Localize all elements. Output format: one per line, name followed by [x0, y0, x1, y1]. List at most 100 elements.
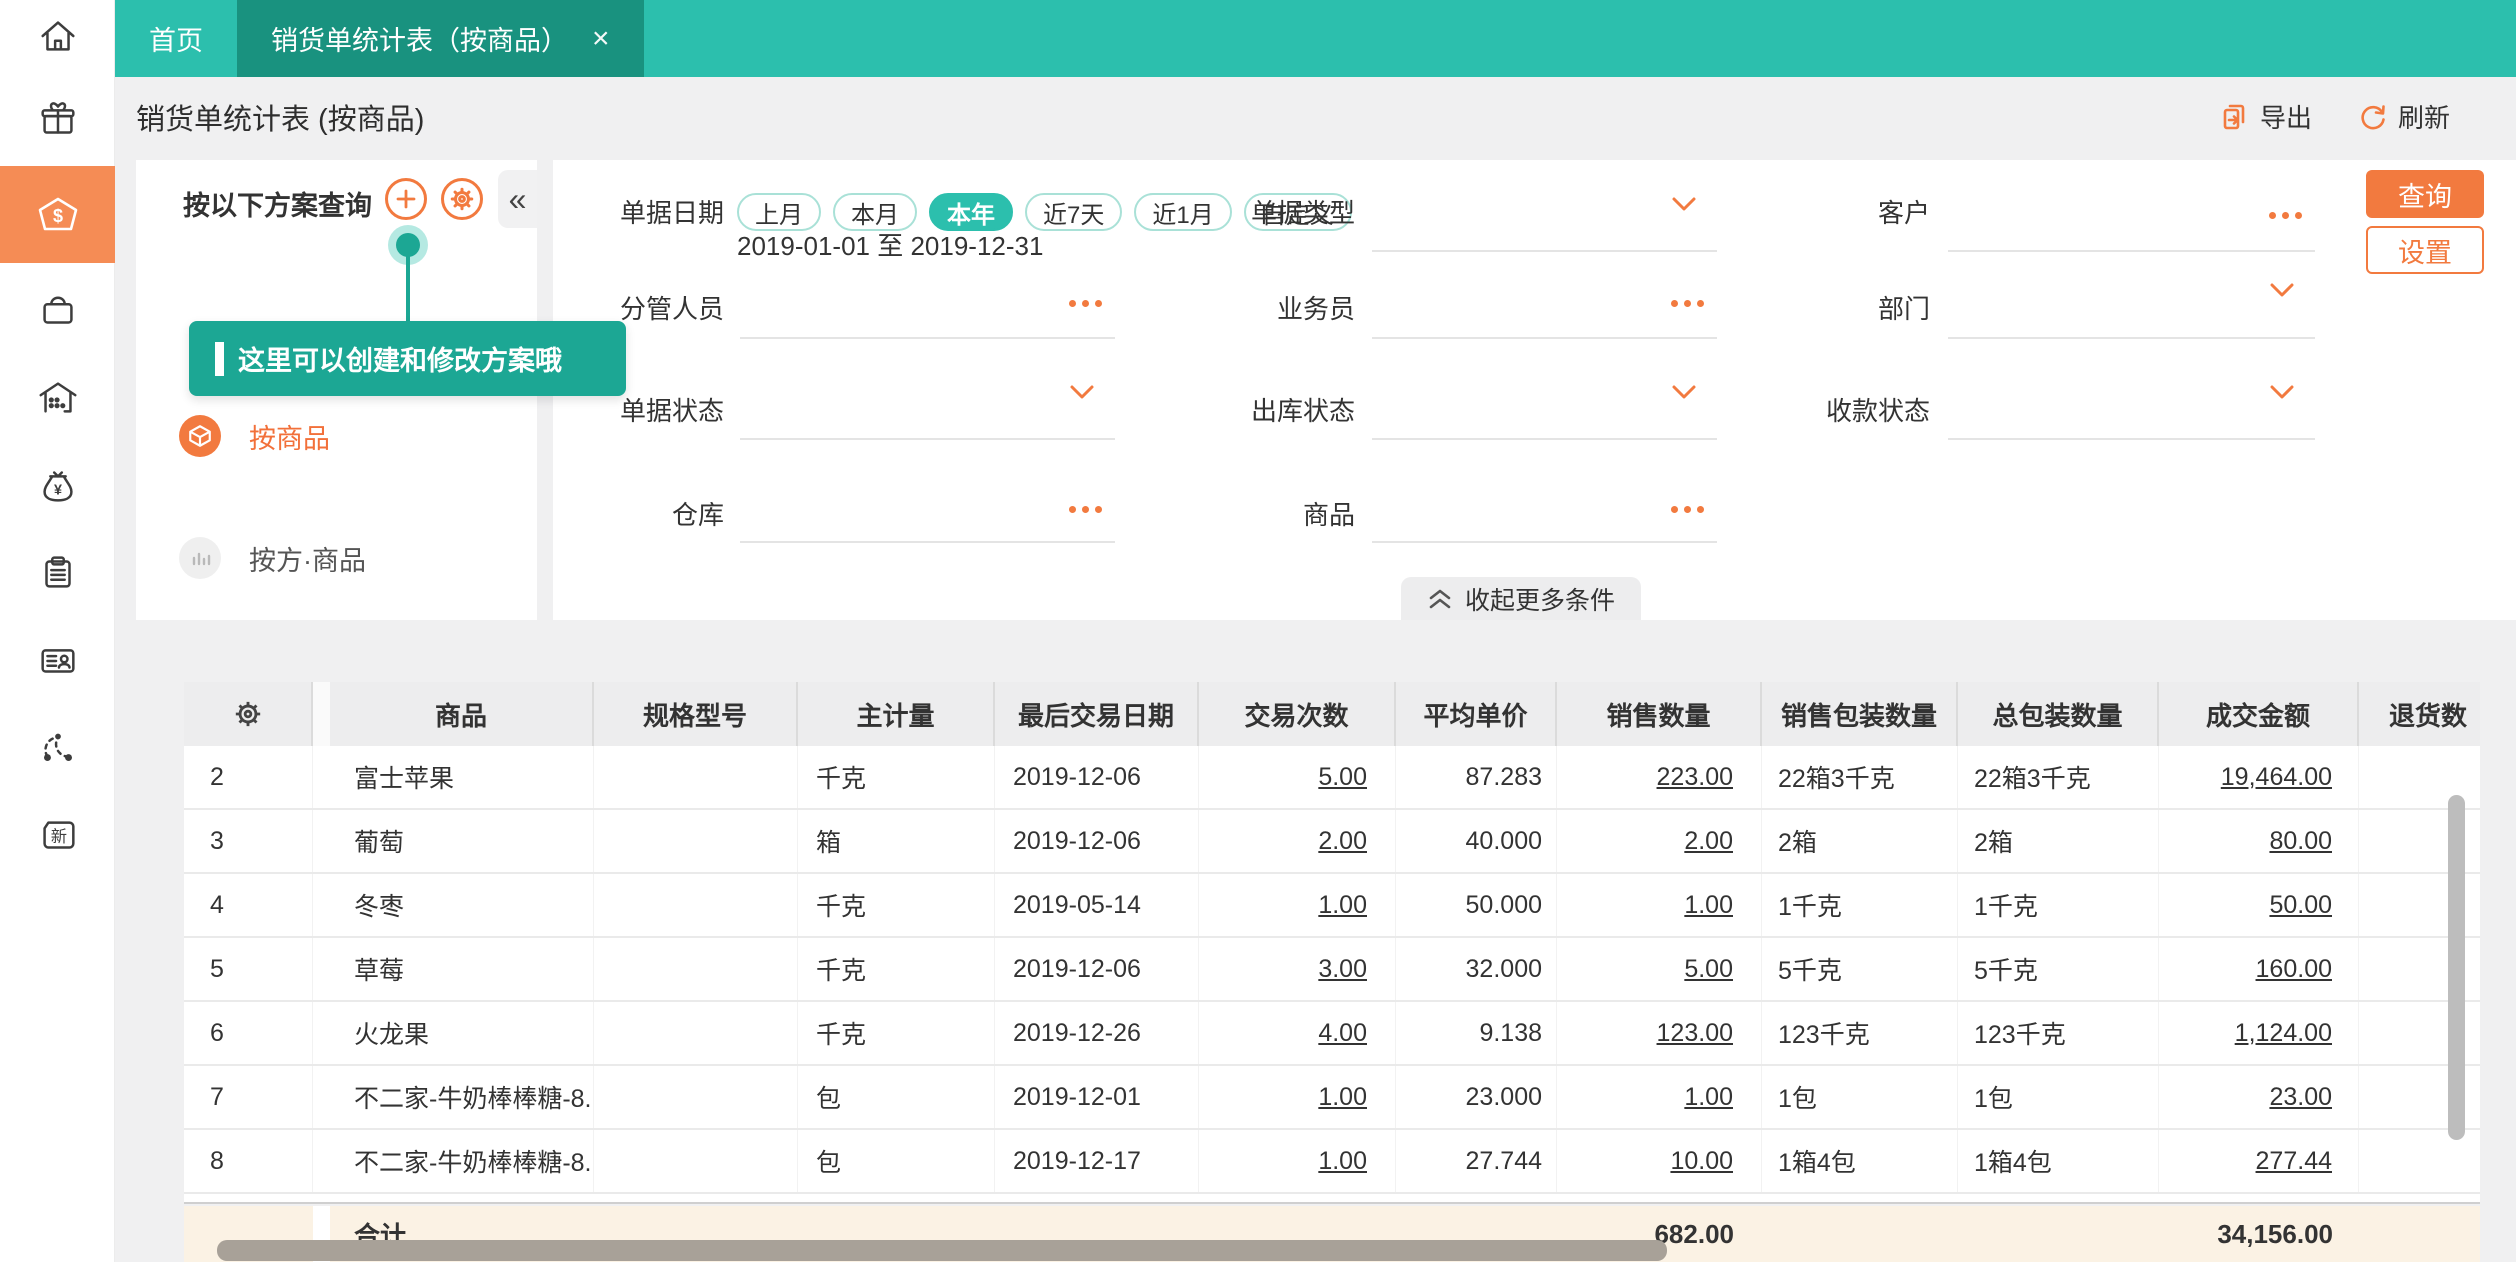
table-gear-icon[interactable]	[184, 697, 311, 731]
column-header-avg-price[interactable]: 平均单价	[1396, 682, 1557, 746]
column-header-total-pack[interactable]: 总包装数量	[1958, 682, 2159, 746]
cell-sales-qty-link[interactable]: 1.00	[1557, 1066, 1762, 1128]
table-bottom-gap	[184, 1194, 2480, 1202]
cell-sales-qty-link[interactable]: 2.00	[1557, 810, 1762, 872]
tab-sales-report[interactable]: 销货单统计表（按商品） ×	[237, 0, 644, 77]
cell-amount-link[interactable]: 1,124.00	[2159, 1002, 2359, 1064]
manager-ellipsis-icon[interactable]	[1069, 300, 1102, 307]
filter-label-warehouse: 仓库	[671, 500, 724, 530]
tab-close-icon[interactable]: ×	[592, 23, 610, 54]
tab-home[interactable]: 首页	[115, 0, 237, 77]
cell-product: 富士苹果	[330, 746, 594, 808]
horizontal-scrollbar[interactable]	[217, 1240, 1667, 1261]
manager-field[interactable]	[740, 337, 1115, 339]
filter-label-product: 商品	[1302, 500, 1355, 530]
pinned-gap	[313, 682, 330, 746]
cell-sales-pack: 123千克	[1762, 1002, 1958, 1064]
cell-amount-link[interactable]: 277.44	[2159, 1130, 2359, 1192]
product-field[interactable]	[1372, 541, 1717, 543]
cell-sales-qty-link[interactable]: 1.00	[1557, 874, 1762, 936]
cell-amount-link[interactable]: 23.00	[2159, 1066, 2359, 1128]
table-header-row: 商品 规格型号 主计量 最后交易日期 交易次数 平均单价 销售数量 销售包装数量…	[184, 682, 2480, 746]
network-icon[interactable]	[0, 704, 115, 792]
table-row[interactable]: 7 不二家-牛奶棒棒糖-8... 包 2019-12-01 1.00 23.00…	[184, 1066, 2480, 1130]
scheme-settings-button[interactable]	[441, 178, 483, 220]
collapse-more-conditions[interactable]: 收起更多条件	[1401, 577, 1641, 620]
outbound-status-field[interactable]	[1372, 438, 1717, 440]
payment-status-chevron-down-icon[interactable]	[2269, 384, 2295, 405]
cell-tx-count-link[interactable]: 1.00	[1199, 1066, 1396, 1128]
vertical-scrollbar[interactable]	[2448, 795, 2465, 1140]
export-button[interactable]: 导出	[2220, 98, 2312, 135]
table-row[interactable]: 3 葡萄 箱 2019-12-06 2.00 40.000 2.00 2箱 2箱…	[184, 810, 2480, 874]
table-row[interactable]: 8 不二家-牛奶棒棒糖-8... 包 2019-12-17 1.00 27.74…	[184, 1130, 2480, 1194]
doc-type-chevron-down-icon[interactable]	[1671, 196, 1697, 217]
cell-tx-count-link[interactable]: 4.00	[1199, 1002, 1396, 1064]
cell-sales-qty-link[interactable]: 223.00	[1557, 746, 1762, 808]
cell-sales-qty-link[interactable]: 123.00	[1557, 1002, 1762, 1064]
warehouse-icon[interactable]	[0, 354, 115, 442]
refresh-button[interactable]: 刷新	[2358, 98, 2450, 135]
doc-status-chevron-down-icon[interactable]	[1069, 384, 1095, 405]
cell-tx-count-link[interactable]: 1.00	[1199, 874, 1396, 936]
cell-spec	[594, 1130, 798, 1192]
cell-spec	[594, 1066, 798, 1128]
cell-amount-link[interactable]: 160.00	[2159, 938, 2359, 1000]
column-header-last-date[interactable]: 最后交易日期	[995, 682, 1199, 746]
footer-divider	[184, 1202, 2480, 1204]
column-header-unit[interactable]: 主计量	[798, 682, 995, 746]
home-icon[interactable]	[0, 0, 115, 80]
query-button[interactable]: 查询	[2366, 170, 2484, 218]
customer-ellipsis-icon[interactable]	[2269, 212, 2302, 219]
sales-icon[interactable]: $	[0, 166, 115, 263]
cell-total-pack: 1箱4包	[1958, 1130, 2159, 1192]
doc-type-field[interactable]	[1372, 250, 1717, 252]
doc-status-field[interactable]	[740, 438, 1115, 440]
add-scheme-button[interactable]	[385, 178, 427, 220]
department-chevron-down-icon[interactable]	[2269, 282, 2295, 303]
cell-sales-qty-link[interactable]: 5.00	[1557, 938, 1762, 1000]
cell-tx-count-link[interactable]: 3.00	[1199, 938, 1396, 1000]
column-settings-header[interactable]	[184, 682, 313, 746]
customer-field[interactable]	[1948, 250, 2315, 252]
scheme-item-hidden[interactable]: 按方·商品	[179, 537, 366, 579]
column-header-sales-pack[interactable]: 销售包装数量	[1762, 682, 1958, 746]
cell-amount-link[interactable]: 19,464.00	[2159, 746, 2359, 808]
table-row[interactable]: 4 冬枣 千克 2019-05-14 1.00 50.000 1.00 1千克 …	[184, 874, 2480, 938]
scheme-item-by-product[interactable]: 按商品	[179, 415, 330, 457]
whats-new-icon[interactable]: 新	[0, 792, 115, 880]
purchase-bag-icon[interactable]	[0, 266, 115, 354]
table-row[interactable]: 6 火龙果 千克 2019-12-26 4.00 9.138 123.00 12…	[184, 1002, 2480, 1066]
column-header-amount[interactable]: 成交金额	[2159, 682, 2359, 746]
outbound-status-chevron-down-icon[interactable]	[1671, 384, 1697, 405]
warehouse-ellipsis-icon[interactable]	[1069, 506, 1102, 513]
orders-clipboard-icon[interactable]	[0, 529, 115, 617]
cell-tx-count-link[interactable]: 2.00	[1199, 810, 1396, 872]
column-header-spec[interactable]: 规格型号	[594, 682, 798, 746]
customer-card-icon[interactable]	[0, 616, 115, 704]
column-header-product[interactable]: 商品	[330, 682, 594, 746]
table-row[interactable]: 5 草莓 千克 2019-12-06 3.00 32.000 5.00 5千克 …	[184, 938, 2480, 1002]
settings-button[interactable]: 设置	[2366, 226, 2484, 274]
cell-spec	[594, 874, 798, 936]
cell-sales-qty-link[interactable]: 10.00	[1557, 1130, 1762, 1192]
payment-status-field[interactable]	[1948, 438, 2315, 440]
cell-tx-count-link[interactable]: 5.00	[1199, 746, 1396, 808]
salesman-ellipsis-icon[interactable]	[1671, 300, 1704, 307]
cell-amount-link[interactable]: 80.00	[2159, 810, 2359, 872]
product-ellipsis-icon[interactable]	[1671, 506, 1704, 513]
cell-tx-count-link[interactable]: 1.00	[1199, 1130, 1396, 1192]
cell-avg-price: 32.000	[1396, 938, 1557, 1000]
table-row[interactable]: 2 富士苹果 千克 2019-12-06 5.00 87.283 223.00 …	[184, 746, 2480, 810]
salesman-field[interactable]	[1372, 337, 1717, 339]
funds-moneybag-icon[interactable]: ¥	[0, 441, 115, 529]
column-header-return-qty[interactable]: 退货数	[2359, 682, 2480, 746]
cell-amount-link[interactable]: 50.00	[2159, 874, 2359, 936]
warehouse-field[interactable]	[740, 541, 1115, 543]
column-header-tx-count[interactable]: 交易次数	[1199, 682, 1396, 746]
gift-icon[interactable]	[0, 76, 115, 164]
date-range-text[interactable]: 2019-01-01 至 2019-12-31	[737, 226, 1043, 263]
column-header-sales-qty[interactable]: 销售数量	[1557, 682, 1762, 746]
panel-collapse-button[interactable]: «	[498, 170, 537, 228]
department-field[interactable]	[1948, 337, 2315, 339]
